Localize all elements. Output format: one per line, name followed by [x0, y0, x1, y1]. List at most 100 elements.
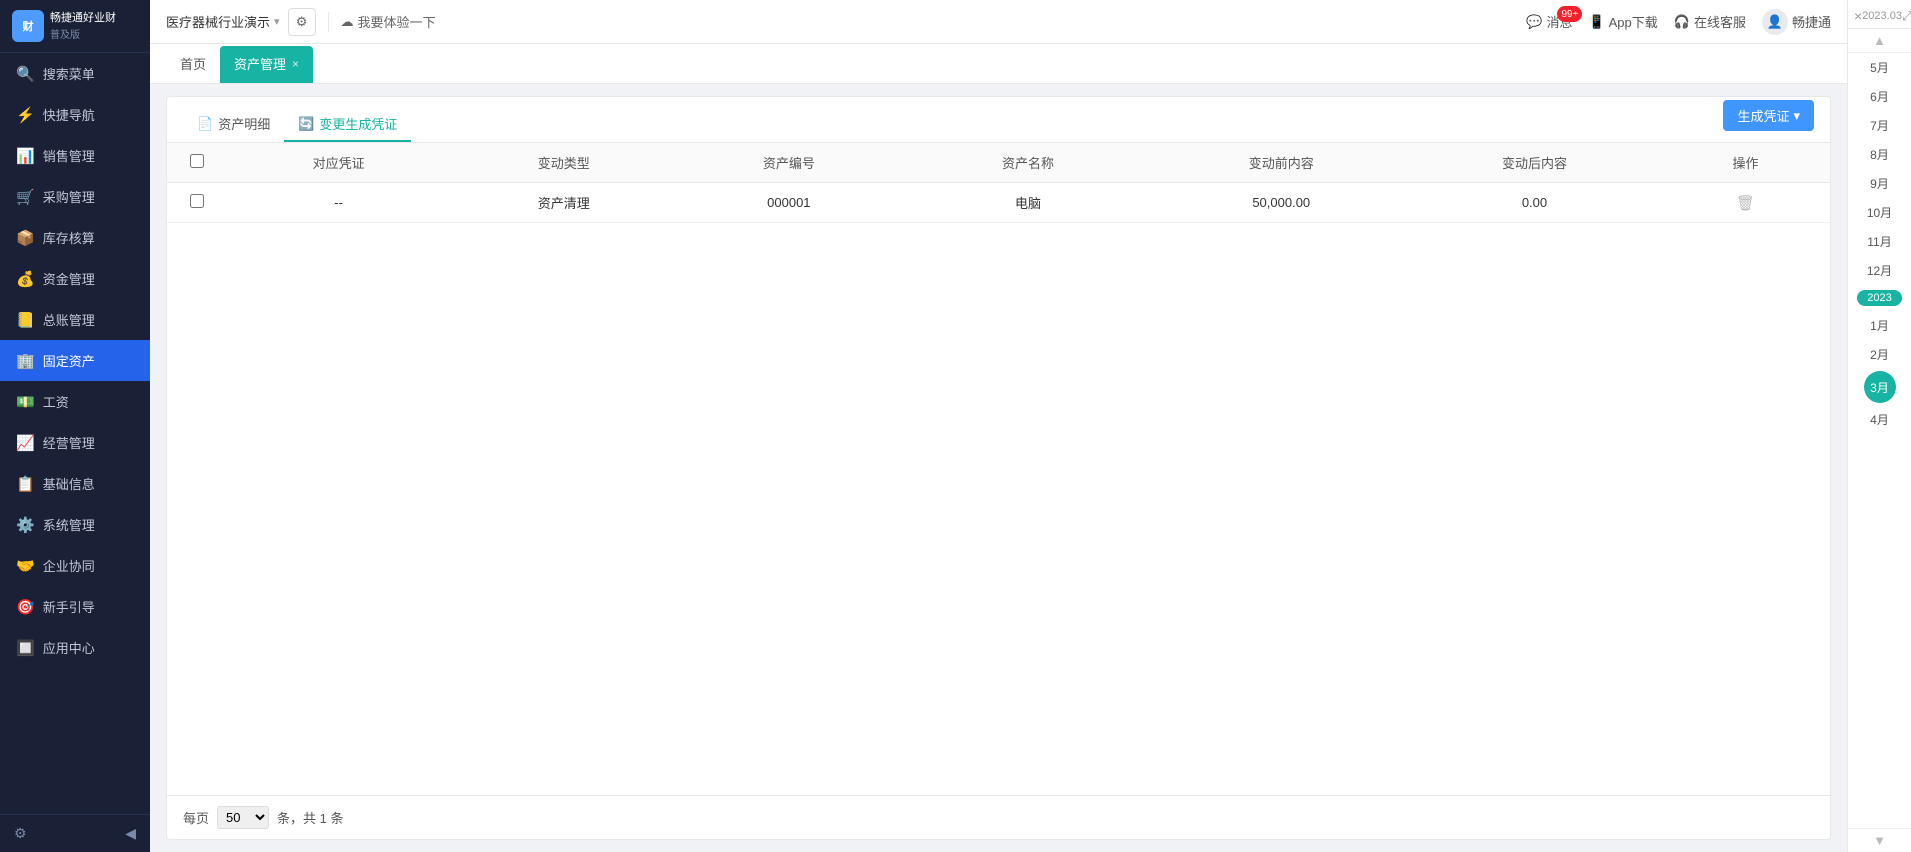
user-menu[interactable]: 👤 畅捷通	[1762, 9, 1831, 35]
settings-button[interactable]: ⚙	[288, 8, 316, 36]
sidebar-item-fixed-assets[interactable]: 🏢固定资产	[0, 340, 150, 381]
sidebar-label-purchase: 采购管理	[43, 187, 95, 206]
gear-icon: ⚙	[296, 14, 308, 30]
generate-voucher-button[interactable]: 生成凭证 ▾	[1723, 100, 1814, 131]
sidebar-item-ledger[interactable]: 📒总账管理	[0, 299, 150, 340]
sidebar-label-payroll: 工资	[43, 392, 69, 411]
calendar-month-1[interactable]: 1月	[1852, 312, 1907, 339]
calendar-month-6[interactable]: 6月	[1852, 83, 1907, 110]
company-selector[interactable]: 医疗器械行业演示 ▾	[166, 12, 280, 31]
calendar-month-3-active[interactable]: 3月	[1864, 371, 1896, 403]
nav-icon-quick-nav: ⚡	[16, 106, 35, 124]
delete-icon[interactable]: 🗑	[1736, 195, 1755, 212]
sidebar-item-payroll[interactable]: 💵 工资	[0, 381, 150, 422]
sidebar-item-operations[interactable]: 📈经营管理	[0, 422, 150, 463]
row-after: 0.00	[1408, 183, 1661, 223]
sub-tab-asset-detail[interactable]: 📄 资产明细	[183, 107, 284, 142]
calendar-month-10[interactable]: 10月	[1852, 199, 1907, 226]
calendar-month-5[interactable]: 5月	[1852, 54, 1907, 81]
sidebar-item-search[interactable]: 🔍 搜索菜单	[0, 53, 150, 94]
sidebar-label-quick-nav: 快捷导航	[43, 105, 95, 124]
sidebar-item-system[interactable]: ⚙️系统管理	[0, 504, 150, 545]
nav-icon-operations: 📈	[16, 434, 35, 452]
dropdown-icon: ▾	[1793, 108, 1800, 124]
table-body: -- 资产清理 000001 电脑 50,000.00 0.00 🗑	[167, 183, 1830, 223]
sidebar-item-basics[interactable]: 📋基础信息	[0, 463, 150, 504]
row-type: 资产清理	[451, 183, 676, 223]
sidebar-label-sales: 销售管理	[43, 146, 95, 165]
service-icon: 🎧	[1674, 14, 1690, 30]
sidebar-item-guide[interactable]: 🎯 新手引导	[0, 586, 150, 627]
nav-icon-sales: 📊	[16, 147, 35, 165]
trial-button[interactable]: ☁ 我要体验一下	[341, 12, 436, 31]
tab-nav: 首页 资产管理 ×	[150, 44, 1847, 84]
sidebar-item-apps[interactable]: 🔲应用中心	[0, 627, 150, 668]
content-card: 📄 资产明细 🔄 变更生成凭证 生成凭证 ▾	[166, 96, 1831, 840]
nav-icon-payroll: 💵	[16, 393, 35, 411]
sidebar-item-finance[interactable]: 💰 资金管理	[0, 258, 150, 299]
row-code: 000001	[676, 183, 901, 223]
nav-icon-search: 🔍	[16, 65, 35, 83]
nav-icon-guide: 🎯	[16, 598, 35, 616]
sidebar-item-inventory[interactable]: 📦 库存核算	[0, 217, 150, 258]
th-after: 变动后内容	[1408, 143, 1661, 183]
row-checkbox[interactable]	[190, 194, 204, 208]
th-before: 变动前内容	[1155, 143, 1408, 183]
download-icon: 📱	[1588, 14, 1604, 30]
calendar-month-9[interactable]: 9月	[1852, 170, 1907, 197]
table-wrapper: 对应凭证 变动类型 资产编号 资产名称 变动前内容 变动后内容 操作	[167, 143, 1830, 795]
nav-icon-inventory: 📦	[16, 229, 35, 247]
calendar-month-4[interactable]: 4月	[1852, 406, 1907, 433]
doc-icon: 📄	[197, 116, 213, 132]
row-action: 🗑	[1661, 183, 1830, 223]
sidebar-label-guide: 新手引导	[43, 597, 95, 616]
calendar-month-8[interactable]: 8月	[1852, 141, 1907, 168]
page-size-select[interactable]: 50 10 20 100	[217, 806, 269, 829]
row-voucher: --	[226, 183, 451, 223]
select-all-checkbox[interactable]	[190, 154, 204, 168]
tab-close-icon[interactable]: ×	[292, 57, 299, 71]
change-icon: 🔄	[298, 116, 314, 132]
sidebar-label-search: 搜索菜单	[43, 64, 95, 83]
online-service-button[interactable]: 🎧 在线客服	[1674, 12, 1746, 31]
row-checkbox-cell	[167, 183, 226, 223]
calendar-month-7[interactable]: 7月	[1852, 112, 1907, 139]
main-content: 医疗器械行业演示 ▾ ⚙ ☁ 我要体验一下 💬 消息 99+ 📱 App下载 🎧…	[150, 0, 1847, 852]
sub-tab-change-voucher[interactable]: 🔄 变更生成凭证	[284, 107, 411, 142]
sidebar-item-sales[interactable]: 📊 销售管理	[0, 135, 150, 176]
topbar-right: 💬 消息 99+ 📱 App下载 🎧 在线客服 👤 畅捷通	[1526, 9, 1831, 35]
sidebar-item-collab[interactable]: 🤝 企业协同	[0, 545, 150, 586]
nav-icon-apps: 🔲	[16, 639, 35, 657]
pagination-bar: 每页 50 10 20 100 条，共 1 条	[167, 795, 1830, 839]
calendar-panel: × 2023.03 ⤢ ▲ 5月 6月 7月 8月 9月 10月 11月 12月…	[1847, 0, 1911, 852]
calendar-month-11[interactable]: 11月	[1852, 228, 1907, 255]
calendar-month-2[interactable]: 2月	[1852, 341, 1907, 368]
nav-icon-finance: 💰	[16, 270, 35, 288]
sidebar-label-collab: 企业协同	[43, 556, 95, 575]
sub-tabs: 📄 资产明细 🔄 变更生成凭证	[167, 97, 1723, 142]
sidebar-item-purchase[interactable]: 🛒采购管理	[0, 176, 150, 217]
collapse-icon[interactable]: ◀	[125, 825, 136, 842]
messages-button[interactable]: 💬 消息 99+	[1526, 12, 1572, 31]
calendar-scroll-up[interactable]: ▲	[1848, 29, 1911, 53]
app-download-button[interactable]: 📱 App下载	[1588, 12, 1657, 31]
total-label: 条，共 1 条	[277, 808, 343, 827]
calendar-close-button[interactable]: ×	[1854, 8, 1862, 24]
settings-icon[interactable]: ⚙	[14, 825, 27, 842]
asset-table: 对应凭证 变动类型 资产编号 资产名称 变动前内容 变动后内容 操作	[167, 143, 1830, 223]
th-type: 变动类型	[451, 143, 676, 183]
calendar-expand-button[interactable]: ⤢	[1902, 8, 1911, 24]
calendar-scroll-down[interactable]: ▼	[1848, 828, 1911, 852]
sidebar-item-quick-nav[interactable]: ⚡ 快捷导航	[0, 94, 150, 135]
nav-icon-basics: 📋	[16, 475, 35, 493]
sidebar-label-finance: 资金管理	[43, 269, 95, 288]
nav-icon-collab: 🤝	[16, 557, 35, 575]
sidebar-label-inventory: 库存核算	[43, 228, 95, 247]
sidebar-label-system: 系统管理	[43, 515, 95, 534]
tab-asset-management[interactable]: 资产管理 ×	[220, 46, 313, 83]
tab-home[interactable]: 首页	[166, 46, 220, 83]
chevron-down-icon: ▾	[274, 15, 280, 28]
th-name: 资产名称	[901, 143, 1154, 183]
calendar-month-12[interactable]: 12月	[1852, 257, 1907, 284]
th-code: 资产编号	[676, 143, 901, 183]
